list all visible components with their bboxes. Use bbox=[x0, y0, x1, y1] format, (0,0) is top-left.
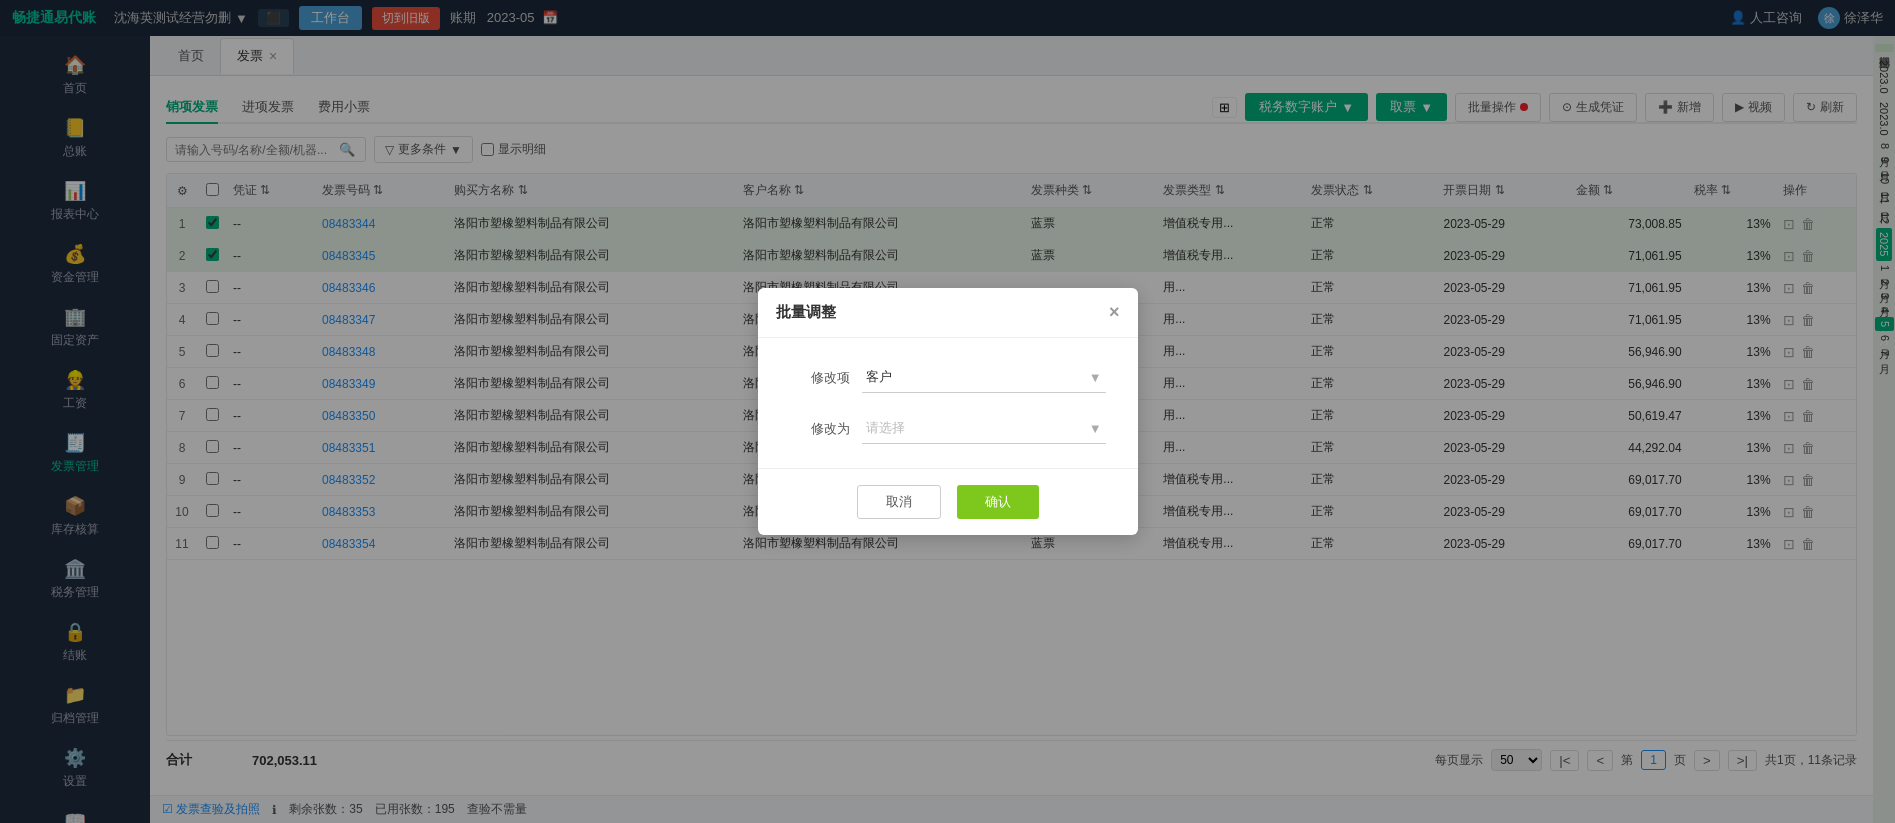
modal-overlay[interactable]: 批量调整 × 修改项 客户 ▼ 修改为 请选择 ▼ 取消 确认 bbox=[0, 0, 1895, 823]
modal-row-to: 修改为 请选择 ▼ bbox=[790, 413, 1106, 444]
modify-field-select[interactable]: 客户 ▼ bbox=[862, 362, 1106, 393]
confirm-btn[interactable]: 确认 bbox=[957, 485, 1039, 519]
to-chevron-down-icon: ▼ bbox=[1089, 421, 1102, 436]
modal-title: 批量调整 bbox=[776, 303, 836, 322]
modal-footer: 取消 确认 bbox=[758, 468, 1138, 535]
modify-field-label: 修改项 bbox=[790, 369, 850, 387]
modal-close-btn[interactable]: × bbox=[1109, 302, 1120, 323]
cancel-btn[interactable]: 取消 bbox=[857, 485, 941, 519]
field-chevron-down-icon: ▼ bbox=[1089, 370, 1102, 385]
batch-adjust-modal: 批量调整 × 修改项 客户 ▼ 修改为 请选择 ▼ 取消 确认 bbox=[758, 288, 1138, 535]
modal-row-field: 修改项 客户 ▼ bbox=[790, 362, 1106, 393]
modify-to-placeholder: 请选择 bbox=[866, 419, 905, 437]
modal-header: 批量调整 × bbox=[758, 288, 1138, 338]
modify-to-select[interactable]: 请选择 ▼ bbox=[862, 413, 1106, 444]
modal-body: 修改项 客户 ▼ 修改为 请选择 ▼ bbox=[758, 338, 1138, 468]
modify-to-label: 修改为 bbox=[790, 420, 850, 438]
